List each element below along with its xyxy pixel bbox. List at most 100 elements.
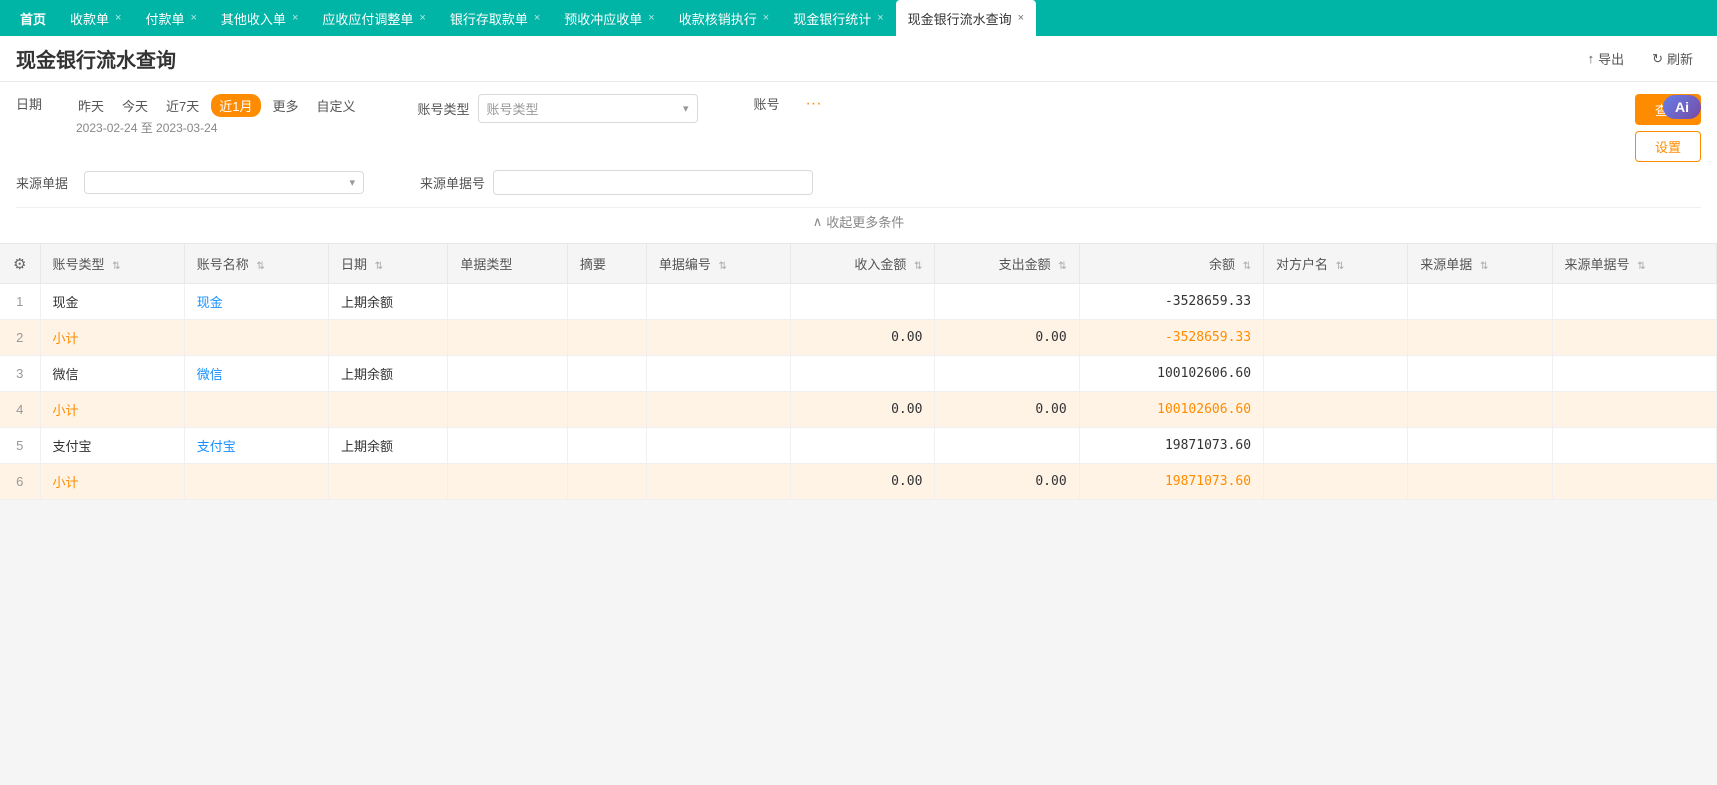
account-type-label: 账号类型	[418, 99, 470, 118]
source-doc-num-input[interactable]	[493, 170, 813, 195]
row-doc-type	[448, 392, 567, 428]
table-container: ⚙ 账号类型 ⇅ 账号名称 ⇅ 日期 ⇅ 单据类型 摘要	[0, 244, 1717, 500]
nav-cash-bank-query-label: 现金银行流水查询	[908, 9, 1012, 28]
export-button[interactable]: ↑ 导出	[1580, 45, 1633, 72]
row-income	[791, 284, 935, 320]
nav-ar-ap-close[interactable]: ×	[419, 12, 425, 24]
col-doc-number[interactable]: 单据编号 ⇅	[646, 244, 790, 284]
row-account-name[interactable]: 支付宝	[184, 428, 328, 464]
row-income: 0.00	[791, 320, 935, 356]
nav-prepay-offset-close[interactable]: ×	[648, 12, 654, 24]
row-source-doc	[1408, 320, 1552, 356]
row-source-doc	[1408, 284, 1552, 320]
sort-counterparty-icon: ⇅	[1336, 261, 1344, 272]
col-expense[interactable]: 支出金额 ⇅	[935, 244, 1079, 284]
source-doc-arrow-icon: ▾	[349, 176, 355, 189]
date-shortcuts: 昨天 今天 近7天 近1月 更多 自定义	[72, 94, 362, 117]
filter-panel: 日期 昨天 今天 近7天 近1月 更多 自定义 2023-02-24 至 202…	[0, 82, 1717, 244]
col-settings[interactable]: ⚙	[0, 244, 40, 284]
row-account-type: 微信	[40, 356, 184, 392]
nav-cash-bank-query-close[interactable]: ×	[1018, 12, 1024, 24]
nav-bank-deposit-close[interactable]: ×	[534, 12, 540, 24]
nav-ar-ap-adjust[interactable]: 应收应付调整单 ×	[310, 0, 437, 36]
nav-receipt-verify-close[interactable]: ×	[763, 12, 769, 24]
nav-cash-bank-stat-close[interactable]: ×	[877, 12, 883, 24]
collapse-filter-button[interactable]: ∧ 收起更多条件	[16, 207, 1701, 235]
account-type-select[interactable]: 账号类型 ▾	[478, 94, 698, 123]
nav-receipt[interactable]: 收款单 ×	[58, 0, 133, 36]
nav-cash-bank-stat[interactable]: 现金银行统计 ×	[781, 0, 895, 36]
row-num: 2	[0, 320, 40, 356]
row-doc-number	[646, 428, 790, 464]
col-doc-number-label: 单据编号	[659, 257, 711, 272]
source-doc-select[interactable]: ▾	[84, 171, 364, 194]
row-account-type: 小计	[40, 464, 184, 500]
date-today[interactable]: 今天	[116, 94, 154, 117]
row-date: 上期余额	[329, 428, 448, 464]
nav-other-income[interactable]: 其他收入单 ×	[209, 0, 310, 36]
row-doc-number	[646, 284, 790, 320]
account-label: 账号	[754, 94, 794, 113]
row-summary	[567, 320, 646, 356]
row-summary	[567, 284, 646, 320]
col-date[interactable]: 日期 ⇅	[329, 244, 448, 284]
col-source-doc-num-label: 来源单据号	[1565, 257, 1630, 272]
row-counterparty	[1264, 428, 1408, 464]
table-row: 4小计0.000.00100102606.60	[0, 392, 1717, 428]
row-income: 0.00	[791, 464, 935, 500]
col-balance[interactable]: 余额 ⇅	[1079, 244, 1263, 284]
date-custom[interactable]: 自定义	[311, 94, 362, 117]
col-account-type[interactable]: 账号类型 ⇅	[40, 244, 184, 284]
col-source-doc-label: 来源单据	[1420, 257, 1472, 272]
row-account-name[interactable]: 现金	[184, 284, 328, 320]
nav-payment[interactable]: 付款单 ×	[133, 0, 208, 36]
collapse-label: 收起更多条件	[826, 212, 904, 231]
row-income: 0.00	[791, 392, 935, 428]
nav-other-income-label: 其他收入单	[221, 9, 286, 28]
refresh-button[interactable]: ↻ 刷新	[1644, 45, 1701, 72]
nav-receipt-close[interactable]: ×	[115, 12, 121, 24]
col-account-name[interactable]: 账号名称 ⇅	[184, 244, 328, 284]
nav-receipt-verify[interactable]: 收款核销执行 ×	[667, 0, 781, 36]
row-doc-type	[448, 356, 567, 392]
ai-button[interactable]: Ai	[1663, 95, 1701, 119]
row-num: 5	[0, 428, 40, 464]
col-summary[interactable]: 摘要	[567, 244, 646, 284]
col-doc-type-label: 单据类型	[460, 257, 512, 272]
source-doc-label: 来源单据	[16, 173, 68, 192]
date-7days[interactable]: 近7天	[160, 94, 205, 117]
table-body: 1现金现金上期余额-3528659.332小计0.000.00-3528659.…	[0, 284, 1717, 500]
row-account-type: 现金	[40, 284, 184, 320]
date-yesterday[interactable]: 昨天	[72, 94, 110, 117]
sort-income-icon: ⇅	[914, 261, 922, 272]
row-summary	[567, 464, 646, 500]
row-account-name	[184, 392, 328, 428]
data-table: ⚙ 账号类型 ⇅ 账号名称 ⇅ 日期 ⇅ 单据类型 摘要	[0, 244, 1717, 500]
col-counterparty[interactable]: 对方户名 ⇅	[1264, 244, 1408, 284]
nav-other-income-close[interactable]: ×	[292, 12, 298, 24]
column-settings-icon[interactable]: ⚙	[13, 256, 26, 273]
row-account-name[interactable]: 微信	[184, 356, 328, 392]
header-actions: ↑ 导出 ↻ 刷新	[1580, 45, 1701, 72]
col-income[interactable]: 收入金额 ⇅	[791, 244, 935, 284]
row-counterparty	[1264, 392, 1408, 428]
account-dots-button[interactable]: ···	[802, 95, 826, 113]
nav-cash-bank-query[interactable]: 现金银行流水查询 ×	[896, 0, 1036, 36]
nav-payment-close[interactable]: ×	[190, 12, 196, 24]
date-1month[interactable]: 近1月	[211, 94, 260, 117]
col-doc-type[interactable]: 单据类型	[448, 244, 567, 284]
nav-home[interactable]: 首页	[8, 0, 58, 36]
nav-prepay-offset[interactable]: 预收冲应收单 ×	[552, 0, 666, 36]
row-source-doc-num	[1552, 356, 1716, 392]
row-date: 上期余额	[329, 284, 448, 320]
col-source-doc-num[interactable]: 来源单据号 ⇅	[1552, 244, 1716, 284]
nav-receipt-label: 收款单	[70, 9, 109, 28]
setting-button[interactable]: 设置	[1635, 131, 1701, 162]
row-balance: 19871073.60	[1079, 428, 1263, 464]
col-source-doc[interactable]: 来源单据 ⇅	[1408, 244, 1552, 284]
row-income	[791, 428, 935, 464]
row-balance: 100102606.60	[1079, 392, 1263, 428]
nav-bank-deposit[interactable]: 银行存取款单 ×	[438, 0, 552, 36]
row-counterparty	[1264, 320, 1408, 356]
date-more[interactable]: 更多	[267, 94, 305, 117]
